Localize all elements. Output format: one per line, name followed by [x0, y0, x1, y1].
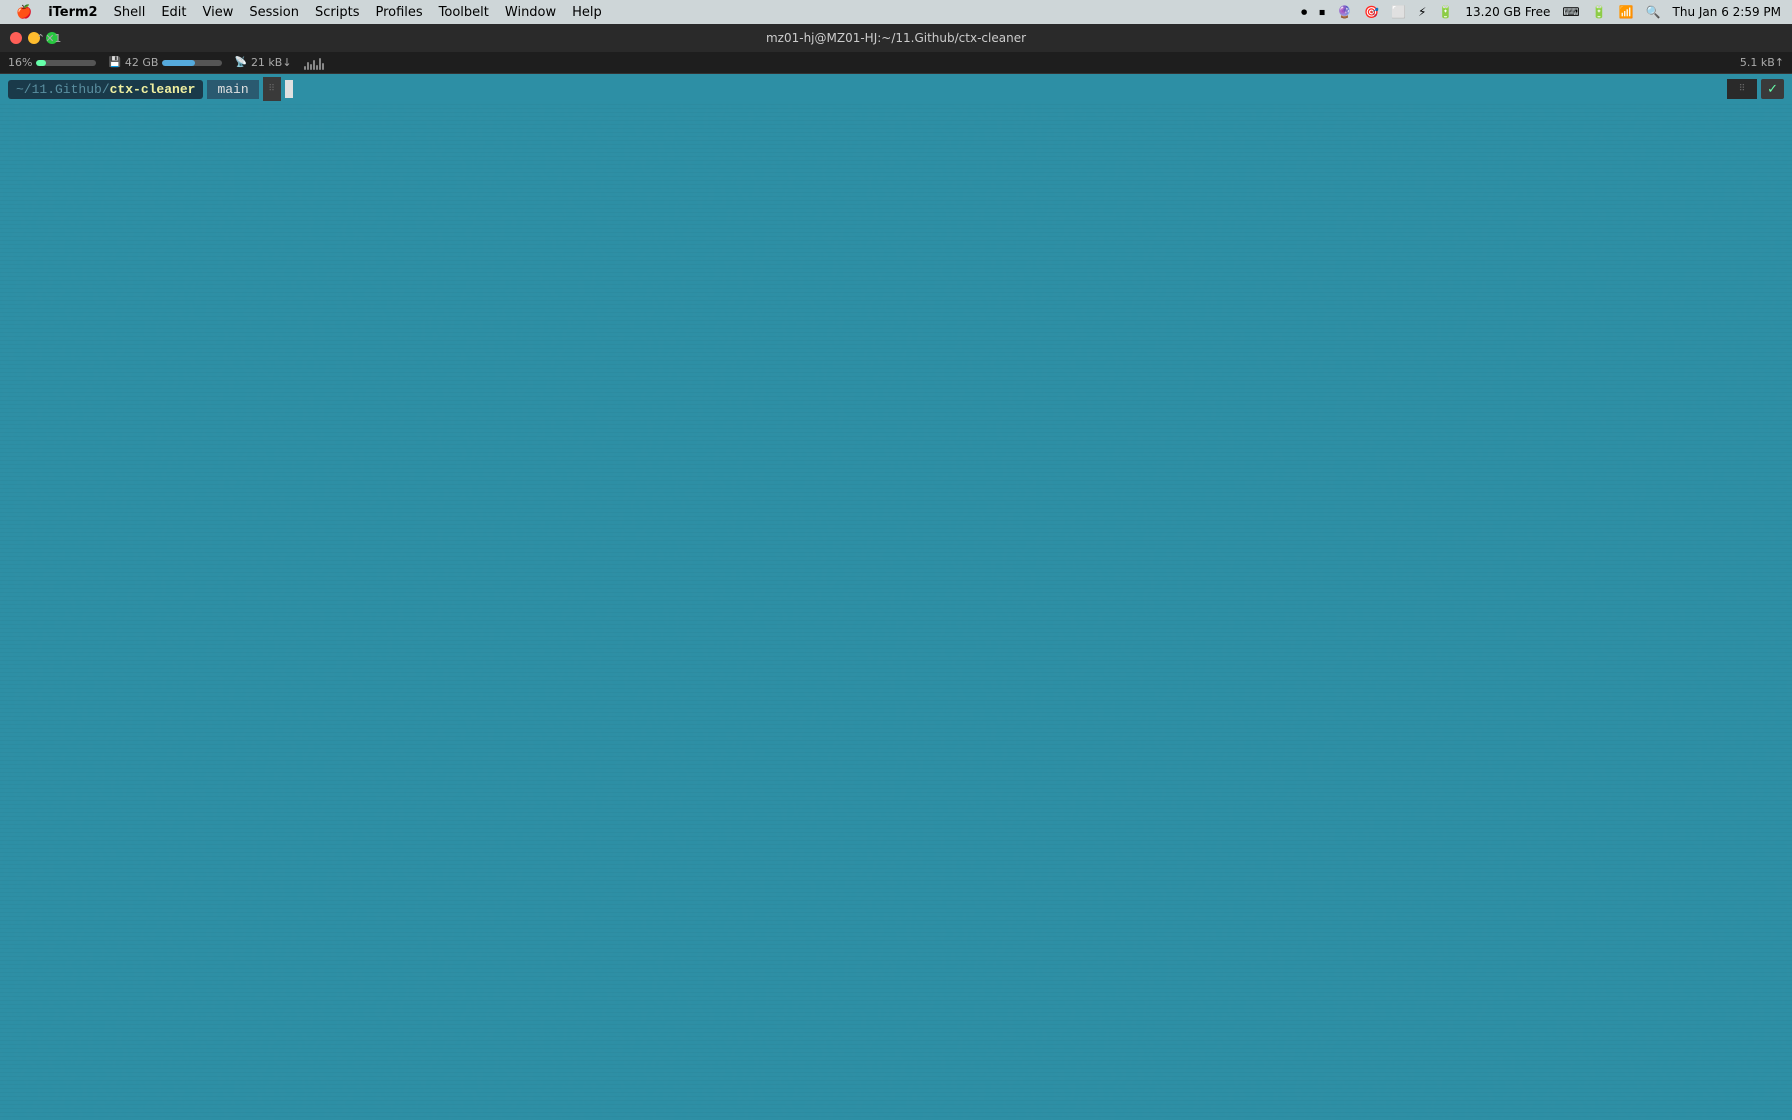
iterm-icon: 🔮	[1334, 5, 1355, 19]
status-bar: 16% 💾 42 GB 📡 21 kB↓ 5.1 kB↑	[0, 52, 1792, 74]
cpu-percent: 16%	[8, 56, 32, 69]
prompt-right: ⠿ ✓	[1727, 79, 1784, 99]
focus-icon: 🎯	[1361, 5, 1382, 19]
menu-shell[interactable]: Shell	[106, 0, 154, 24]
menu-window[interactable]: Window	[497, 0, 564, 24]
clock: Thu Jan 6 2:59 PM	[1670, 5, 1784, 19]
prompt-git-icon: ⠿	[263, 77, 281, 101]
branch-name: main	[217, 82, 248, 97]
apple-menu[interactable]: 🍎	[8, 0, 40, 24]
wifi-icon: 📶	[1616, 5, 1637, 19]
disk-bar	[162, 60, 222, 66]
git-grid-icon: ⠿	[268, 84, 275, 94]
lightning-icon: ⚡	[1415, 5, 1429, 19]
status-right: 5.1 kB↑	[1740, 56, 1784, 69]
battery-icon: 🔋	[1435, 5, 1456, 19]
menu-edit[interactable]: Edit	[153, 0, 194, 24]
path-repo: ctx-cleaner	[110, 82, 196, 97]
grid-icon: ⠿	[1739, 84, 1746, 94]
terminal-content[interactable]	[0, 104, 1792, 1120]
menu-toolbelt[interactable]: Toolbelt	[431, 0, 497, 24]
close-button[interactable]	[10, 32, 22, 44]
cpu-segment: 16%	[8, 56, 96, 69]
net-up: 5.1 kB↑	[1740, 56, 1784, 69]
disk-segment: 💾 42 GB	[108, 56, 222, 69]
cpu-bar	[36, 60, 96, 66]
window-icon: ⬜	[1388, 5, 1409, 19]
path-prefix: ~/11.Github/	[16, 82, 110, 97]
menu-app-name[interactable]: iTerm2	[40, 0, 105, 24]
right-icon-1: ⠿	[1727, 79, 1757, 99]
disk-value: 42 GB	[125, 56, 159, 69]
menu-bar: 🍎 iTerm2 Shell Edit View Session Scripts…	[0, 0, 1792, 24]
net-down: 21 kB↓	[251, 56, 292, 69]
menu-right-items: ⏺ ⏹ 🔮 🎯 ⬜ ⚡ 🔋 13.20 GB Free ⌨ 🔋 📶 🔍 Thu …	[1298, 5, 1784, 20]
menu-session[interactable]: Session	[241, 0, 307, 24]
window-title: mz01-hj@MZ01-HJ:~/11.Github/ctx-cleaner	[766, 31, 1026, 45]
search-icon[interactable]: 🔍	[1643, 5, 1664, 19]
checkmark-button[interactable]: ✓	[1761, 79, 1784, 99]
menu-scripts[interactable]: Scripts	[307, 0, 367, 24]
title-bar: ⌃✕1 mz01-hj@MZ01-HJ:~/11.Github/ctx-clea…	[0, 24, 1792, 52]
menu-profiles[interactable]: Profiles	[367, 0, 430, 24]
prompt-branch: main	[207, 80, 258, 99]
disk-icon: 💾	[108, 57, 120, 68]
capture-icon: ⏹	[1316, 5, 1328, 20]
keyboard-icon: ⌨	[1559, 5, 1582, 19]
net-icon: 📡	[234, 57, 246, 68]
battery-pct: 🔋	[1589, 5, 1610, 19]
disk-free: 13.20 GB Free	[1462, 5, 1553, 19]
prompt-path: ~/11.Github/ctx-cleaner	[8, 80, 203, 99]
tab-label: ⌃✕1	[36, 32, 61, 45]
prompt-bar[interactable]: ~/11.Github/ctx-cleaner main ⠿ ⠿ ✓	[0, 74, 1792, 104]
net-down-segment: 📡 21 kB↓	[234, 56, 291, 69]
mini-chart	[304, 56, 324, 70]
terminal-cursor	[285, 80, 293, 98]
record-icon: ⏺	[1298, 5, 1310, 20]
menu-help[interactable]: Help	[564, 0, 610, 24]
menu-view[interactable]: View	[195, 0, 242, 24]
